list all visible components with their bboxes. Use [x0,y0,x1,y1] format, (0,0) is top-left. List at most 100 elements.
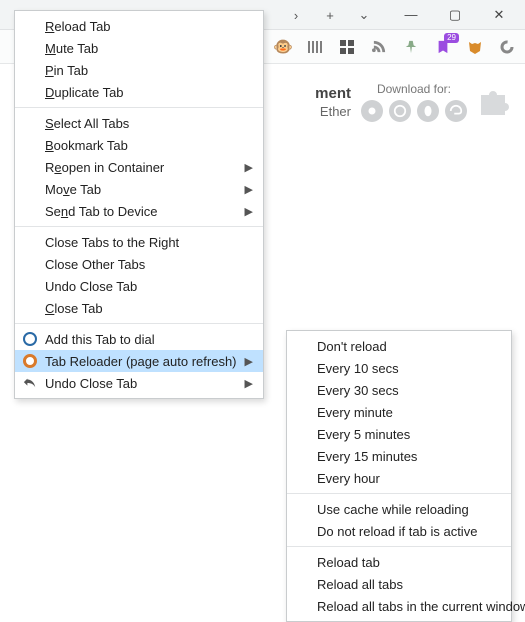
menu-item-label: Don't reload [317,339,501,354]
menu-item-icon [21,233,39,251]
menu-item-icon [21,202,39,220]
ctx-close-tabs-to-the-right[interactable]: Close Tabs to the Right [15,231,263,253]
menu-item-icon [293,500,311,518]
window-close-button[interactable]: ✕ [477,1,521,29]
menu-item-icon [293,425,311,443]
menu-item-icon [21,255,39,273]
new-tab-button[interactable]: + [314,1,346,29]
ctx-tab-reloader-page-auto-refresh[interactable]: Tab Reloader (page auto refresh) ▶ [15,350,263,372]
menu-item-icon [21,299,39,317]
nav-forward-icon[interactable]: › [280,1,312,29]
ctx-bookmark-tab[interactable]: Bookmark Tab [15,134,263,156]
menu-item-icon [293,575,311,593]
ctx-close-tab[interactable]: Close Tab [15,297,263,319]
menu-item-icon [293,522,311,540]
download-firefox-icon[interactable] [389,100,411,122]
tab-reloader-submenu: Don't reload Every 10 secs Every 30 secs Ev… [286,330,512,622]
menu-item-icon [293,359,311,377]
tampermonkey-icon[interactable]: 🐵 [273,37,293,57]
page-subheading-fragment: Ether [315,104,351,119]
menu-item-label: Every hour [317,471,501,486]
menu-item-label: Undo Close Tab [45,376,239,391]
menu-item-icon [293,403,311,421]
download-opera-icon[interactable] [417,100,439,122]
sub-every-hour[interactable]: Every hour [287,467,511,489]
sub-every-minute[interactable]: Every minute [287,401,511,423]
ctx-close-other-tabs[interactable]: Close Other Tabs [15,253,263,275]
menu-item-label: Tab Reloader (page auto refresh) [45,354,239,369]
window-minimize-button[interactable]: — [389,1,433,29]
menu-item-label: Close Tabs to the Right [45,235,253,250]
submenu-arrow-icon: ▶ [245,161,253,174]
menu-item-icon [293,469,311,487]
ctx-reopen-in-container[interactable]: Reopen in Container ▶ [15,156,263,178]
ctx-select-all-tabs[interactable]: Select All Tabs [15,112,263,134]
submenu-arrow-icon: ▶ [245,377,253,390]
menu-item-label: Every minute [317,405,501,420]
ctx-mute-tab[interactable]: Mute Tab [15,37,263,59]
fox-icon[interactable] [465,37,485,57]
window-maximize-button[interactable]: ▢ [433,1,477,29]
menu-item-icon [293,337,311,355]
sub-reload-all-tabs[interactable]: Reload all tabs [287,573,511,595]
sub-every-30-secs[interactable]: Every 30 secs [287,379,511,401]
menu-item-icon [21,180,39,198]
menu-item-label: Duplicate Tab [45,85,253,100]
sub-don-t-reload[interactable]: Don't reload [287,335,511,357]
ctx-send-tab-to-device[interactable]: Send Tab to Device ▶ [15,200,263,222]
menu-item-icon [21,17,39,35]
menu-item-label: Use cache while reloading [317,502,501,517]
ctx-reload-tab[interactable]: Reload Tab [15,15,263,37]
menu-item-label: Reload all tabs in the current window [317,599,525,614]
pin-icon[interactable] [401,37,421,57]
tabs-dropdown-icon[interactable]: ⌄ [348,1,380,29]
menu-item-label: Add this Tab to dial [45,332,253,347]
download-chrome-icon[interactable] [361,100,383,122]
ctx-undo-close-tab[interactable]: Undo Close Tab ▶ [15,372,263,394]
menu-item-label: Reload all tabs [317,577,501,592]
sliders-icon[interactable] [305,37,325,57]
menu-item-label: Close Tab [45,301,253,316]
menu-item-label: Reopen in Container [45,160,239,175]
menu-item-label: Select All Tabs [45,116,253,131]
menu-item-icon [293,447,311,465]
menu-item-label: Undo Close Tab [45,279,253,294]
menu-item-icon [21,352,39,370]
menu-item-icon [21,374,39,392]
menu-separator [287,493,511,494]
sub-use-cache-while-reloading[interactable]: Use cache while reloading [287,498,511,520]
submenu-arrow-icon: ▶ [245,355,253,368]
menu-separator [15,226,263,227]
bookmark-badge-icon[interactable]: 29 [433,37,453,57]
menu-item-icon [21,83,39,101]
ctx-undo-close-tab[interactable]: Undo Close Tab [15,275,263,297]
ctx-move-tab[interactable]: Move Tab▶ [15,178,263,200]
grid-icon[interactable] [337,37,357,57]
menu-item-icon [293,597,311,615]
menu-item-icon [21,114,39,132]
sub-do-not-reload-if-tab-is-active[interactable]: Do not reload if tab is active [287,520,511,542]
sub-every-15-minutes[interactable]: Every 15 minutes [287,445,511,467]
bookmark-count-badge: 29 [444,33,459,43]
menu-item-icon [21,158,39,176]
ctx-duplicate-tab[interactable]: Duplicate Tab [15,81,263,103]
menu-item-label: Send Tab to Device [45,204,239,219]
menu-item-label: Mute Tab [45,41,253,56]
menu-item-label: Pin Tab [45,63,253,78]
spinner-icon[interactable] [497,37,517,57]
submenu-arrow-icon: ▶ [245,205,253,218]
tab-context-menu: Reload Tab Mute Tab Pin Tab Duplicate Tab Se… [14,10,264,399]
sub-every-10-secs[interactable]: Every 10 secs [287,357,511,379]
menu-item-label: Every 15 minutes [317,449,501,464]
sub-every-5-minutes[interactable]: Every 5 minutes [287,423,511,445]
page-title: ment Ether [315,85,351,119]
menu-item-label: Every 30 secs [317,383,501,398]
ctx-pin-tab[interactable]: Pin Tab [15,59,263,81]
menu-item-icon [293,381,311,399]
menu-item-icon [21,39,39,57]
menu-separator [15,323,263,324]
ctx-add-this-tab-to-dial[interactable]: Add this Tab to dial [15,328,263,350]
sub-reload-tab[interactable]: Reload tab [287,551,511,573]
download-edge-icon[interactable] [445,100,467,122]
rss-icon[interactable] [369,37,389,57]
